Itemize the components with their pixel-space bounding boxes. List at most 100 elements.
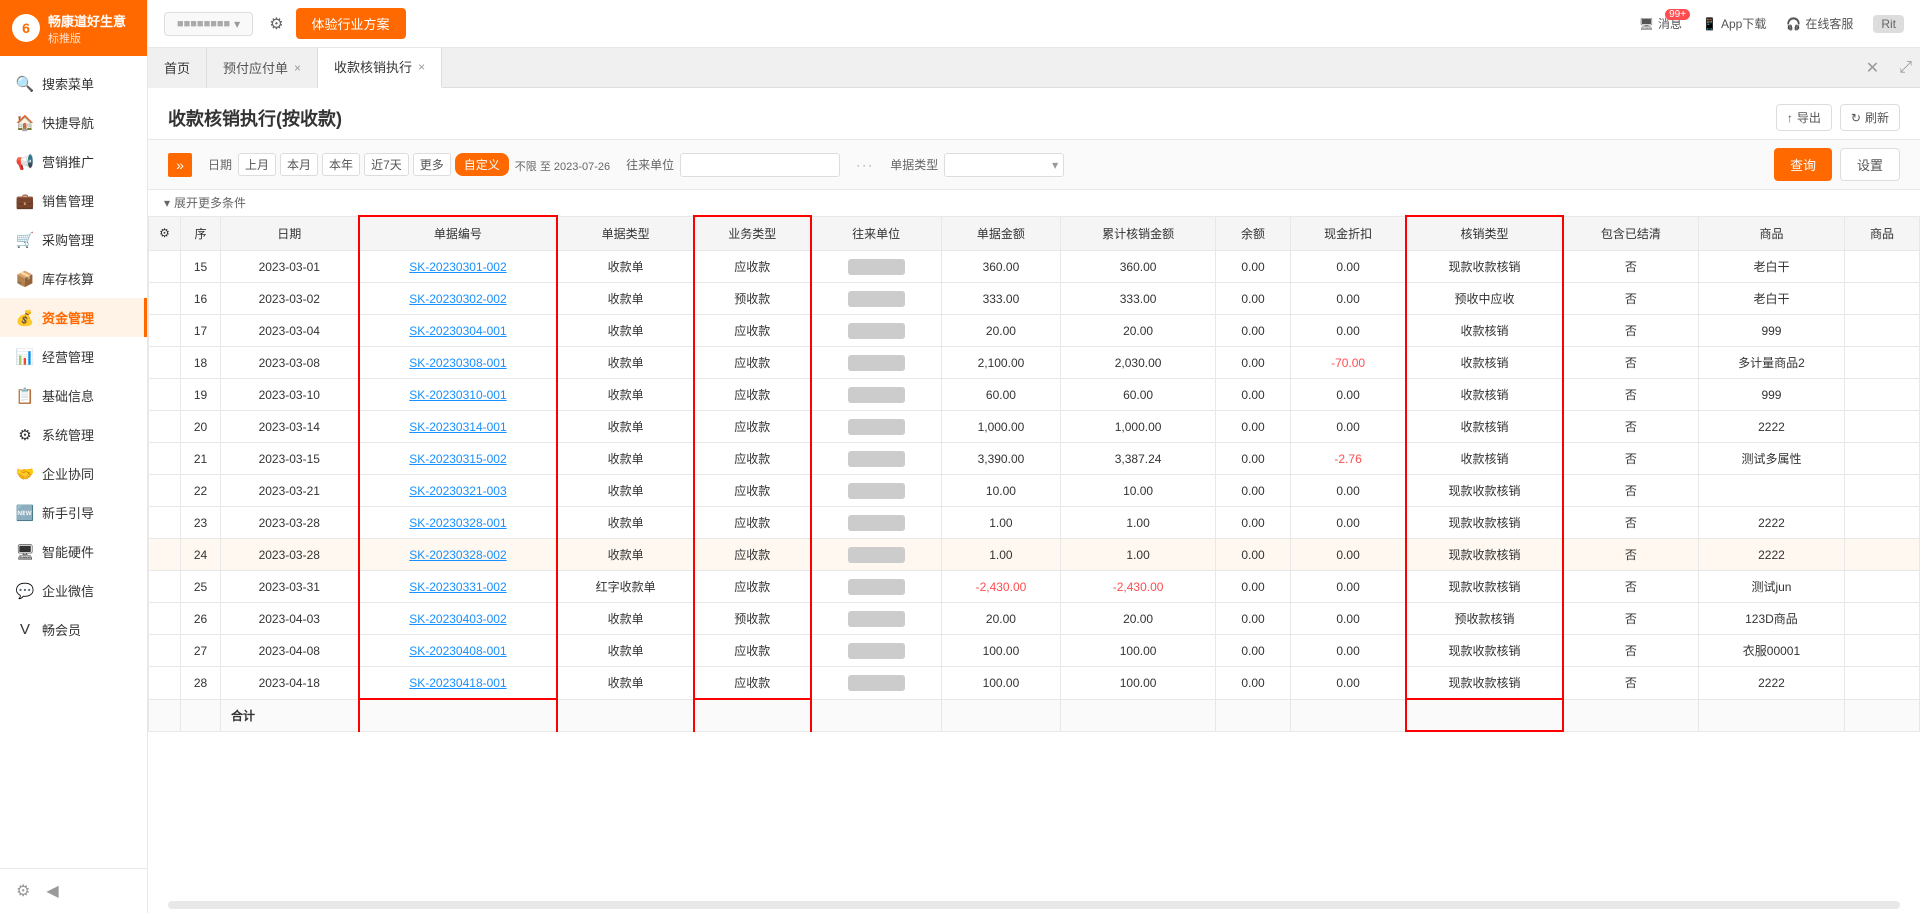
cell-goods2 (1844, 443, 1919, 475)
cell-doc-no[interactable]: SK-20230310-001 (359, 379, 558, 411)
topbar-gear-icon[interactable]: ⚙ (269, 14, 283, 34)
solution-button[interactable]: 体验行业方案 (296, 8, 406, 39)
cell-doc-no[interactable]: SK-20230304-001 (359, 315, 558, 347)
cell-cancel-type: 现款收款核销 (1406, 667, 1563, 700)
export-label: 导出 (1797, 109, 1821, 126)
refresh-button[interactable]: ↻ 刷新 (1840, 104, 1900, 131)
cell-doc-type: 红字收款单 (557, 571, 694, 603)
cell-include-settled: 否 (1563, 667, 1699, 700)
setting-button[interactable]: 设置 (1840, 148, 1900, 181)
th-balance: 余额 (1216, 216, 1291, 251)
this-month-btn[interactable]: 本月 (280, 153, 318, 176)
footer-doc-type (557, 699, 694, 731)
topbar-right: 🖥 消息 99+ 📱 App下载 🎧 在线客服 Rit (1639, 15, 1904, 33)
sidebar-item-hardware[interactable]: 🖥智能硬件 (0, 532, 147, 571)
sidebar-item-sales[interactable]: 💼销售管理 (0, 181, 147, 220)
logo-text: 畅康道好生意 标推版 (48, 11, 126, 46)
cell-doc-no[interactable]: SK-20230418-001 (359, 667, 558, 700)
sidebar-item-member[interactable]: V畅会员 (0, 610, 147, 649)
sidebar-item-basic[interactable]: 📋基础信息 (0, 376, 147, 415)
sidebar-item-inventory[interactable]: 📦库存核算 (0, 259, 147, 298)
receipt-tab-close-icon[interactable]: × (418, 60, 425, 74)
cell-doc-no[interactable]: SK-20230315-002 (359, 443, 558, 475)
cell-cancel-type: 预收中应收 (1406, 283, 1563, 315)
customer-service-button[interactable]: 🎧 在线客服 (1786, 15, 1853, 32)
message-button[interactable]: 🖥 消息 99+ (1639, 15, 1682, 32)
sidebar-item-marketing[interactable]: 📢营销推广 (0, 142, 147, 181)
tab-receipt[interactable]: 收款核销执行 × (318, 48, 442, 88)
cell-doc-no[interactable]: SK-20230321-003 (359, 475, 558, 507)
tab-prepay[interactable]: 预付应付单 × (207, 48, 318, 88)
sidebar-icon-member: V (16, 621, 34, 639)
close-all-tabs-button[interactable]: ✕ (1854, 58, 1891, 78)
cell-partner: ██ (811, 283, 942, 315)
cell-include-settled: 否 (1563, 315, 1699, 347)
cell-doc-no[interactable]: SK-20230408-001 (359, 635, 558, 667)
store-selector-text: ■■■■■■■■ (177, 18, 230, 30)
sidebar-item-finance[interactable]: 💰资金管理 (0, 298, 147, 337)
sidebar-item-shortcut[interactable]: 🏠快捷导航 (0, 103, 147, 142)
more-date-btn[interactable]: 更多 (413, 153, 451, 176)
export-button[interactable]: ↑ 导出 (1776, 104, 1832, 131)
cell-goods2 (1844, 251, 1919, 283)
cell-cancel-type: 收款核销 (1406, 411, 1563, 443)
prepay-tab-close-icon[interactable]: × (294, 61, 301, 75)
cell-doc-no[interactable]: SK-20230403-002 (359, 603, 558, 635)
cell-cum-amount: 20.00 (1061, 315, 1216, 347)
sidebar-collapse-icon[interactable]: ◀ (46, 881, 58, 901)
cell-doc-no[interactable]: SK-20230331-002 (359, 571, 558, 603)
cell-settings (149, 475, 181, 507)
sidebar-settings-icon[interactable]: ⚙ (16, 881, 30, 901)
sidebar-item-guide[interactable]: 🆕新手引导 (0, 493, 147, 532)
store-selector[interactable]: ■■■■■■■■ ▾ (164, 12, 253, 36)
sidebar-item-system[interactable]: ⚙系统管理 (0, 415, 147, 454)
last-month-btn[interactable]: 上月 (238, 153, 276, 176)
this-year-btn[interactable]: 本年 (322, 153, 360, 176)
cell-biz-type: 应收款 (694, 667, 811, 700)
tab-home[interactable]: 首页 (148, 48, 207, 88)
cell-doc-type: 收款单 (557, 539, 694, 571)
doctype-filter-label: 单据类型 (890, 156, 938, 173)
cell-doc-no[interactable]: SK-20230314-001 (359, 411, 558, 443)
cell-settings (149, 635, 181, 667)
sidebar-item-corp[interactable]: 🤝企业协同 (0, 454, 147, 493)
cell-doc-no[interactable]: SK-20230308-001 (359, 347, 558, 379)
sidebar-item-purchase[interactable]: 🛒采购管理 (0, 220, 147, 259)
cell-include-settled: 否 (1563, 539, 1699, 571)
filter-toggle-button[interactable]: » (168, 153, 192, 177)
app-download-button[interactable]: 📱 App下载 (1702, 15, 1766, 32)
expand-tabs-icon[interactable]: ⤢ (1891, 59, 1920, 77)
cell-doc-no[interactable]: SK-20230328-001 (359, 507, 558, 539)
cell-partner: ██ (811, 315, 942, 347)
expand-more-filters[interactable]: ▾ 展开更多条件 (148, 190, 1920, 215)
horizontal-scrollbar[interactable] (168, 901, 1900, 909)
sidebar-label-guide: 新手引导 (42, 503, 94, 522)
sidebar-item-wechat[interactable]: 💬企业微信 (0, 571, 147, 610)
cell-doc-no[interactable]: SK-20230302-002 (359, 283, 558, 315)
page-actions: ↑ 导出 ↻ 刷新 (1776, 104, 1900, 131)
cell-discount: 0.00 (1290, 315, 1406, 347)
cell-doc-type: 收款单 (557, 667, 694, 700)
table-row: 26 2023-04-03 SK-20230403-002 收款单 预收款 ██… (149, 603, 1920, 635)
sidebar-item-operation[interactable]: 📊经营管理 (0, 337, 147, 376)
sidebar-item-search[interactable]: 🔍搜索菜单 (0, 64, 147, 103)
custom-date-btn[interactable]: 自定义 (455, 153, 509, 176)
th-amount: 单据金额 (941, 216, 1060, 251)
refresh-label: 刷新 (1865, 109, 1889, 126)
cell-settings (149, 283, 181, 315)
cell-doc-no[interactable]: SK-20230328-002 (359, 539, 558, 571)
th-settings[interactable]: ⚙ (149, 216, 181, 251)
cell-doc-no[interactable]: SK-20230301-002 (359, 251, 558, 283)
partner-input[interactable] (680, 153, 840, 177)
query-button[interactable]: 查询 (1774, 148, 1832, 181)
doctype-select[interactable] (944, 153, 1064, 177)
last-7days-btn[interactable]: 近7天 (364, 153, 409, 176)
cell-num: 25 (181, 571, 221, 603)
user-avatar[interactable]: Rit (1873, 15, 1904, 33)
cell-goods: 衣服00001 (1698, 635, 1844, 667)
cell-date: 2023-04-18 (221, 667, 359, 700)
cell-discount: 0.00 (1290, 475, 1406, 507)
cell-balance: 0.00 (1216, 603, 1291, 635)
cell-discount: 0.00 (1290, 507, 1406, 539)
logo-icon: 6 (12, 14, 40, 42)
